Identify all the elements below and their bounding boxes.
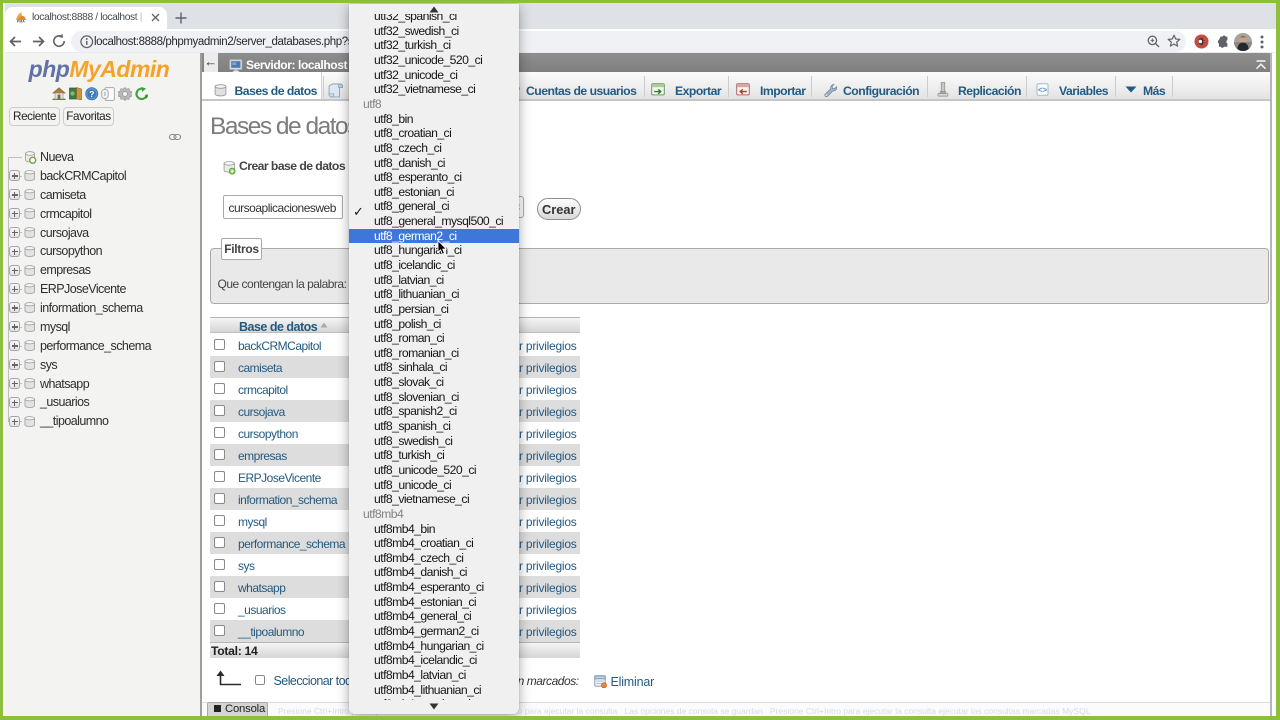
- svg-text:<>: <>: [1038, 85, 1048, 94]
- svg-text:PMA: PMA: [17, 20, 25, 24]
- svg-text:?: ?: [89, 89, 94, 99]
